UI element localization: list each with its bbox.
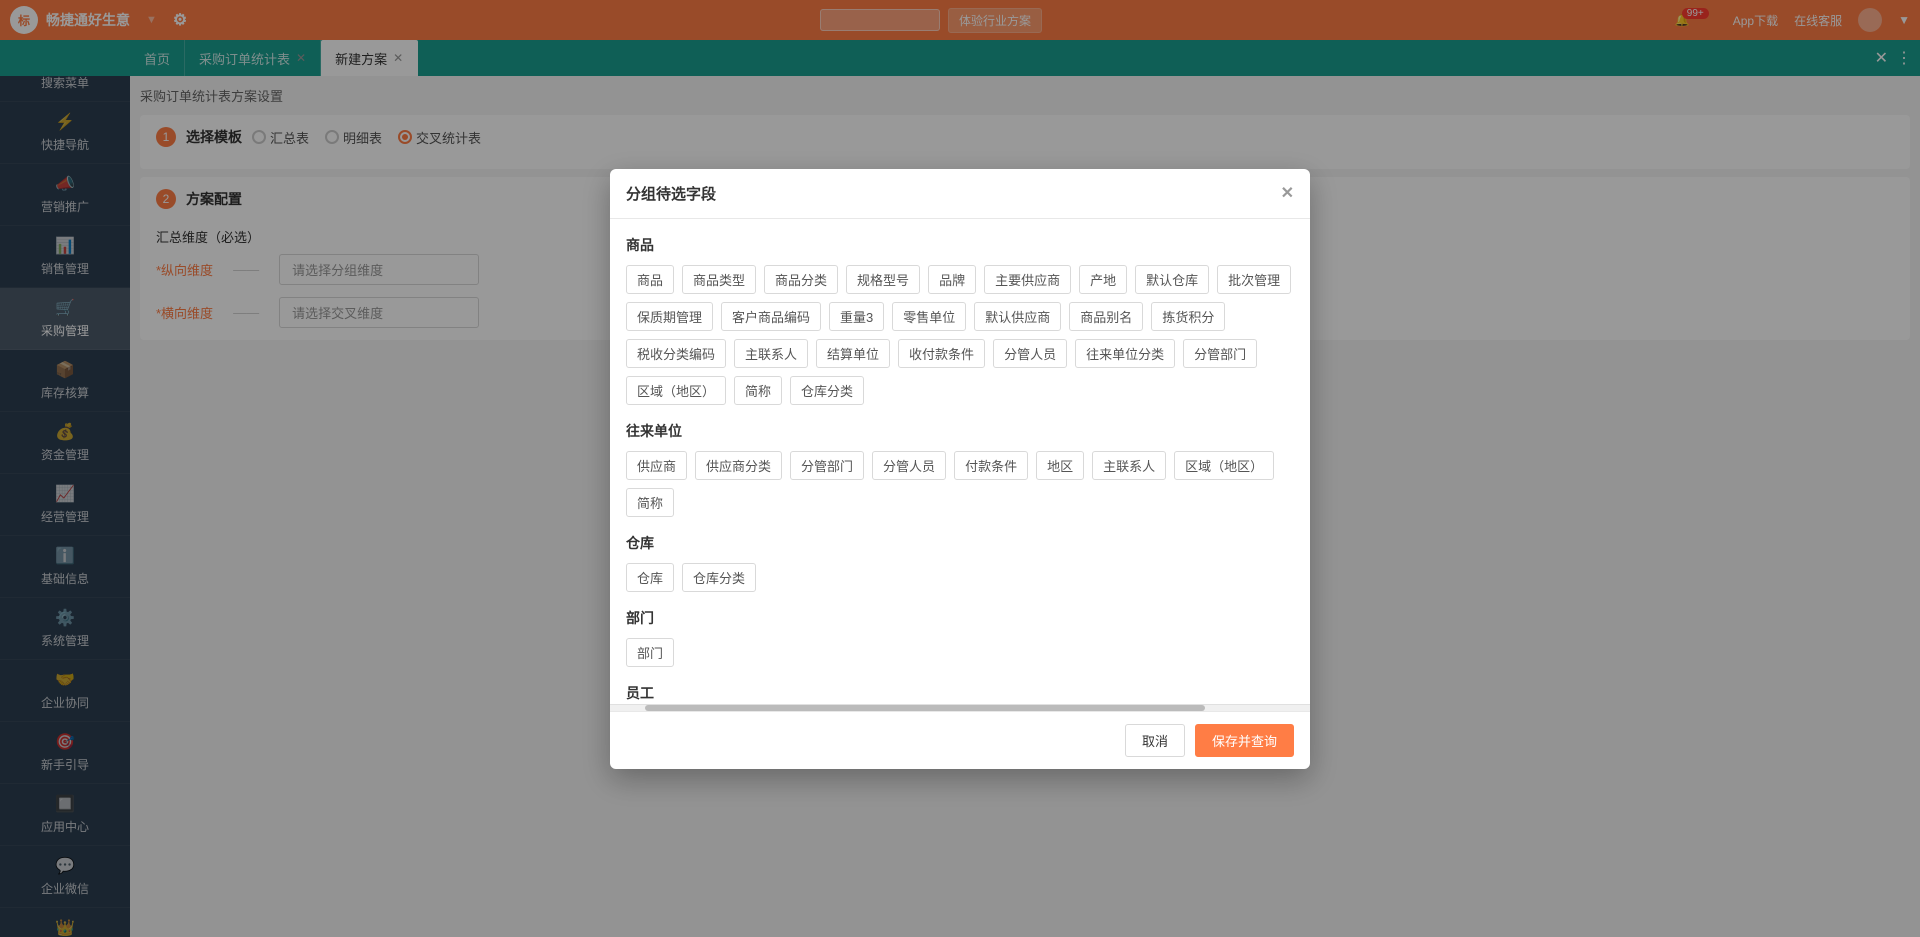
field-tag-partner-category[interactable]: 往来单位分类 [1075,339,1175,368]
field-tag-default-supplier[interactable]: 默认供应商 [974,302,1061,331]
field-tag-dept[interactable]: 部门 [626,638,674,667]
field-tag-default-warehouse[interactable]: 默认仓库 [1135,265,1209,294]
field-tag-warehouse-cat-goods[interactable]: 仓库分类 [790,376,864,405]
field-tag-tax-code[interactable]: 税收分类编码 [626,339,726,368]
modal-title: 分组待选字段 [626,183,716,204]
field-tag-batch[interactable]: 批次管理 [1217,265,1291,294]
field-select-modal: 分组待选字段 ✕ 商品 商品 商品类型 商品分类 规格型号 品牌 主要供应商 产… [610,169,1310,769]
group-title-warehouse: 仓库 [626,533,1294,553]
modal-body: 商品 商品 商品类型 商品分类 规格型号 品牌 主要供应商 产地 默认仓库 批次… [610,219,1310,705]
group-fields-dept: 部门 [626,638,1294,667]
field-tag-region-goods[interactable]: 区域（地区） [626,376,726,405]
field-tag-retail-unit[interactable]: 零售单位 [892,302,966,331]
field-tag-person-partner[interactable]: 分管人员 [872,451,946,480]
modal-cancel-btn[interactable]: 取消 [1125,724,1185,757]
field-tag-settle-unit[interactable]: 结算单位 [816,339,890,368]
field-tag-brand[interactable]: 品牌 [928,265,976,294]
modal-close-btn[interactable]: ✕ [1281,183,1294,203]
group-title-dept: 部门 [626,608,1294,628]
field-tag-goods[interactable]: 商品 [626,265,674,294]
field-tag-warehouse-cat[interactable]: 仓库分类 [682,563,756,592]
field-tag-origin[interactable]: 产地 [1079,265,1127,294]
field-tag-pay-terms[interactable]: 付款条件 [954,451,1028,480]
modal-header: 分组待选字段 ✕ [610,169,1310,219]
field-tag-spec[interactable]: 规格型号 [846,265,920,294]
field-tag-supplier[interactable]: 供应商 [626,451,687,480]
group-fields-goods: 商品 商品类型 商品分类 规格型号 品牌 主要供应商 产地 默认仓库 批次管理 … [626,265,1294,405]
field-tag-payment-terms[interactable]: 收付款条件 [898,339,985,368]
modal-hscroll[interactable] [610,704,1310,710]
field-tag-alias[interactable]: 商品别名 [1069,302,1143,331]
field-tag-area-partner[interactable]: 区域（地区） [1174,451,1274,480]
field-tag-contact-partner[interactable]: 主联系人 [1092,451,1166,480]
field-tag-warehouse[interactable]: 仓库 [626,563,674,592]
field-tag-customer-code[interactable]: 客户商品编码 [721,302,821,331]
field-tag-short-partner[interactable]: 简称 [626,488,674,517]
field-tag-weight[interactable]: 重量3 [829,302,884,331]
field-tag-manager[interactable]: 分管人员 [993,339,1067,368]
group-fields-warehouse: 仓库 仓库分类 [626,563,1294,592]
group-title-employee: 员工 [626,683,1294,703]
group-title-partner: 往来单位 [626,421,1294,441]
group-title-goods: 商品 [626,235,1294,255]
field-tag-main-contact[interactable]: 主联系人 [734,339,808,368]
modal-overlay: 分组待选字段 ✕ 商品 商品 商品类型 商品分类 规格型号 品牌 主要供应商 产… [0,0,1920,937]
modal-footer: 取消 保存并查询 [610,711,1310,769]
modal-hscroll-thumb [645,705,1205,710]
field-tag-supplier-cat[interactable]: 供应商分类 [695,451,782,480]
field-tag-pick-score[interactable]: 拣货积分 [1151,302,1225,331]
field-tag-goods-category[interactable]: 商品分类 [764,265,838,294]
field-tag-dept-goods[interactable]: 分管部门 [1183,339,1257,368]
field-tag-goods-type[interactable]: 商品类型 [682,265,756,294]
field-tag-quality[interactable]: 保质期管理 [626,302,713,331]
field-tag-region-partner[interactable]: 地区 [1036,451,1084,480]
modal-confirm-btn[interactable]: 保存并查询 [1195,724,1294,757]
field-tag-short-name-goods[interactable]: 简称 [734,376,782,405]
group-fields-partner: 供应商 供应商分类 分管部门 分管人员 付款条件 地区 主联系人 区域（地区） … [626,451,1294,517]
field-tag-main-supplier[interactable]: 主要供应商 [984,265,1071,294]
field-tag-dept-partner[interactable]: 分管部门 [790,451,864,480]
